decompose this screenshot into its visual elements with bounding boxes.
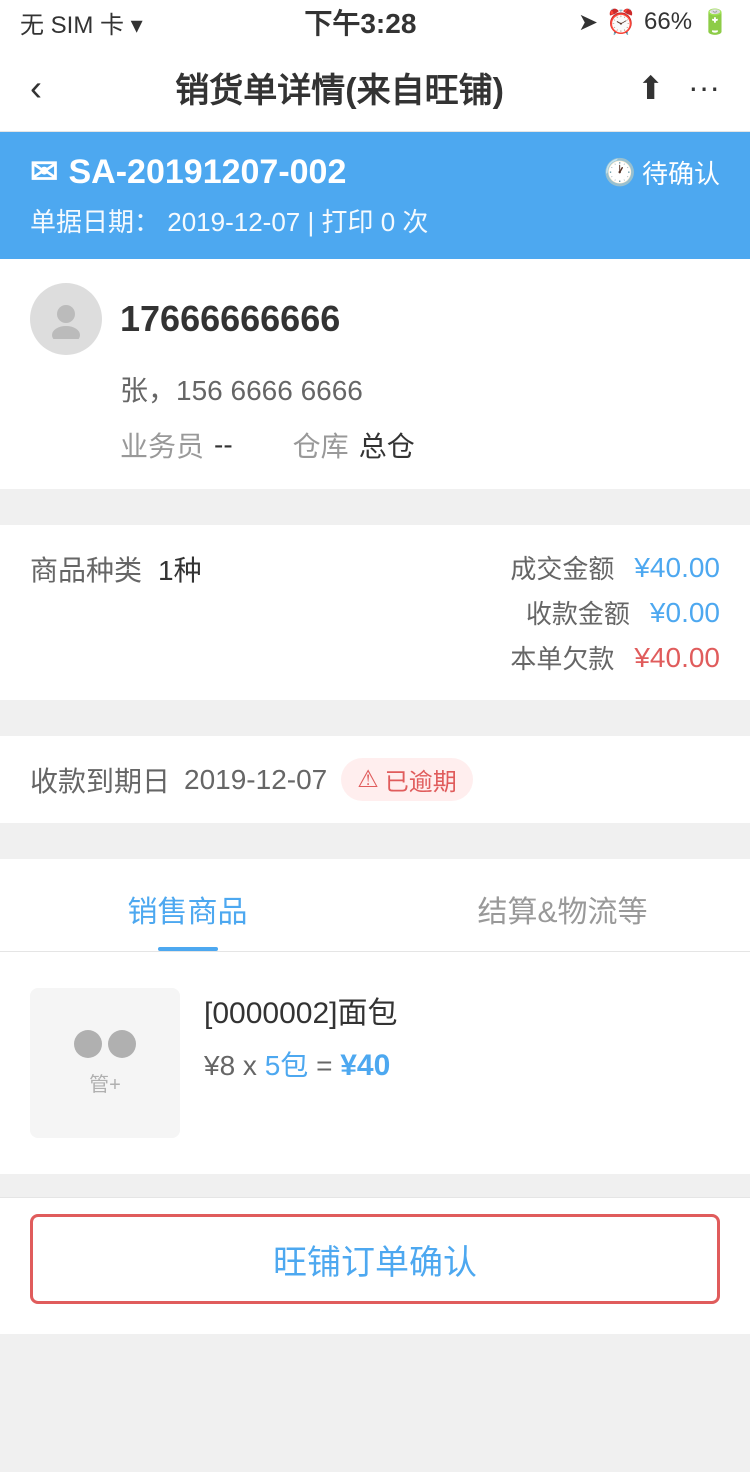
order-date: 2019-12-07 [167, 207, 300, 237]
status-clock-icon: 🕐 [604, 157, 636, 188]
owl-plus-icon: 管+ [89, 1068, 121, 1097]
received-value: ¥0.00 [650, 597, 720, 629]
status-time: 下午3:28 [304, 2, 416, 42]
battery-label: 66% [644, 8, 692, 36]
alarm-icon: ⏰ [606, 8, 636, 37]
owl-logo [74, 1030, 136, 1058]
received-row: 收款金额 ¥0.00 [526, 594, 720, 631]
divider-3 [0, 841, 750, 859]
amount-value: ¥40.00 [634, 552, 720, 584]
received-label: 收款金额 [526, 594, 630, 631]
amount-row: 成交金额 ¥40.00 [510, 549, 720, 586]
status-bar: 无 SIM 卡 ▾ 下午3:28 ➤ ⏰ 66% 🔋 [0, 0, 750, 44]
confirm-button[interactable]: 旺铺订单确认 [30, 1214, 720, 1304]
order-status: 🕐 待确认 [604, 154, 720, 191]
owed-value: ¥40.00 [634, 642, 720, 674]
sales-rep: 业务员 -- [120, 425, 233, 465]
status-right: ➤ ⏰ 66% 🔋 [578, 8, 730, 37]
banner-top: ✉ SA-20191207-002 🕐 待确认 [30, 152, 720, 192]
date-label: 单据日期： [30, 207, 160, 237]
product-name: [0000002]面包 [204, 988, 720, 1032]
summary-section: 商品种类 1种 成交金额 ¥40.00 收款金额 ¥0.00 本单欠款 ¥40.… [0, 525, 750, 700]
due-date-label: 收款到期日 [30, 760, 170, 800]
share-icon[interactable]: ⬆ [637, 69, 664, 107]
owl-eye-right [108, 1030, 136, 1058]
location-icon: ➤ [578, 8, 598, 37]
bottom-bar: 旺铺订单确认 [0, 1197, 750, 1334]
more-icon[interactable]: ··· [688, 69, 720, 106]
separator: | [307, 207, 321, 237]
product-info: [0000002]面包 ¥8 x 5包 = ¥40 [204, 988, 720, 1138]
print-info: 打印 0 次 [321, 207, 428, 237]
owed-row: 本单欠款 ¥40.00 [510, 639, 720, 676]
product-image: 管+ [30, 988, 180, 1138]
order-id-text: SA-20191207-002 [69, 153, 347, 192]
back-button[interactable]: ‹ [30, 67, 42, 109]
sales-rep-value: -- [214, 429, 233, 461]
price-unit: ¥8 x [204, 1050, 265, 1081]
warehouse-label: 仓库 [293, 425, 349, 465]
tab-sales-products[interactable]: 销售商品 [0, 859, 375, 951]
owed-label: 本单欠款 [510, 639, 614, 676]
overdue-warning-icon: ⚠ [357, 765, 379, 794]
nav-bar: ‹ 销货单详情(来自旺铺) ⬆ ··· [0, 44, 750, 132]
header-banner: ✉ SA-20191207-002 🕐 待确认 单据日期： 2019-12-07… [0, 132, 750, 259]
product-logo: 管+ [74, 1030, 136, 1097]
due-date-section: 收款到期日 2019-12-07 ⚠ 已逾期 [0, 736, 750, 823]
overdue-text: 已逾期 [385, 762, 457, 797]
sales-rep-label: 业务员 [120, 425, 204, 465]
product-item: 管+ [0000002]面包 ¥8 x 5包 = ¥40 [30, 972, 720, 1154]
product-type-label: 商品种类 [30, 549, 142, 589]
price-quantity: 5包 [265, 1050, 309, 1081]
status-text: 待确认 [642, 154, 720, 191]
product-type-value: 1种 [158, 549, 202, 589]
nav-actions: ⬆ ··· [637, 69, 720, 107]
customer-meta: 业务员 -- 仓库 总仓 [120, 425, 720, 465]
tab-settlement[interactable]: 结算&物流等 [375, 859, 750, 951]
amount-label: 成交金额 [510, 549, 614, 586]
price-equals: = [316, 1050, 340, 1081]
overdue-badge: ⚠ 已逾期 [341, 758, 473, 801]
status-left: 无 SIM 卡 ▾ [20, 5, 143, 40]
warehouse: 仓库 总仓 [293, 425, 415, 465]
warehouse-value: 总仓 [359, 425, 415, 465]
divider-2 [0, 718, 750, 736]
customer-header: 17666666666 [30, 283, 720, 355]
banner-date-info: 单据日期： 2019-12-07 | 打印 0 次 [30, 202, 720, 239]
battery-icon: 🔋 [700, 8, 730, 37]
page-title: 销货单详情(来自旺铺) [175, 63, 504, 112]
price-total: ¥40 [340, 1049, 390, 1082]
customer-section: 17666666666 张，156 6666 6666 业务员 -- 仓库 总仓 [0, 259, 750, 489]
due-date-value: 2019-12-07 [184, 764, 327, 796]
order-icon: ✉ [30, 152, 59, 192]
product-price: ¥8 x 5包 = ¥40 [204, 1044, 720, 1084]
summary-right: 成交金额 ¥40.00 收款金额 ¥0.00 本单欠款 ¥40.00 [510, 549, 720, 676]
customer-name: 张，156 6666 6666 [120, 369, 720, 409]
customer-phone: 17666666666 [120, 298, 340, 340]
summary-left: 商品种类 1种 [30, 549, 510, 589]
owl-eye-left [74, 1030, 102, 1058]
tabs-section: 销售商品 结算&物流等 [0, 859, 750, 952]
product-list: 管+ [0000002]面包 ¥8 x 5包 = ¥40 [0, 952, 750, 1174]
avatar [30, 283, 102, 355]
sim-label: 无 SIM 卡 ▾ [20, 5, 143, 40]
order-id: ✉ SA-20191207-002 [30, 152, 346, 192]
divider-1 [0, 507, 750, 525]
